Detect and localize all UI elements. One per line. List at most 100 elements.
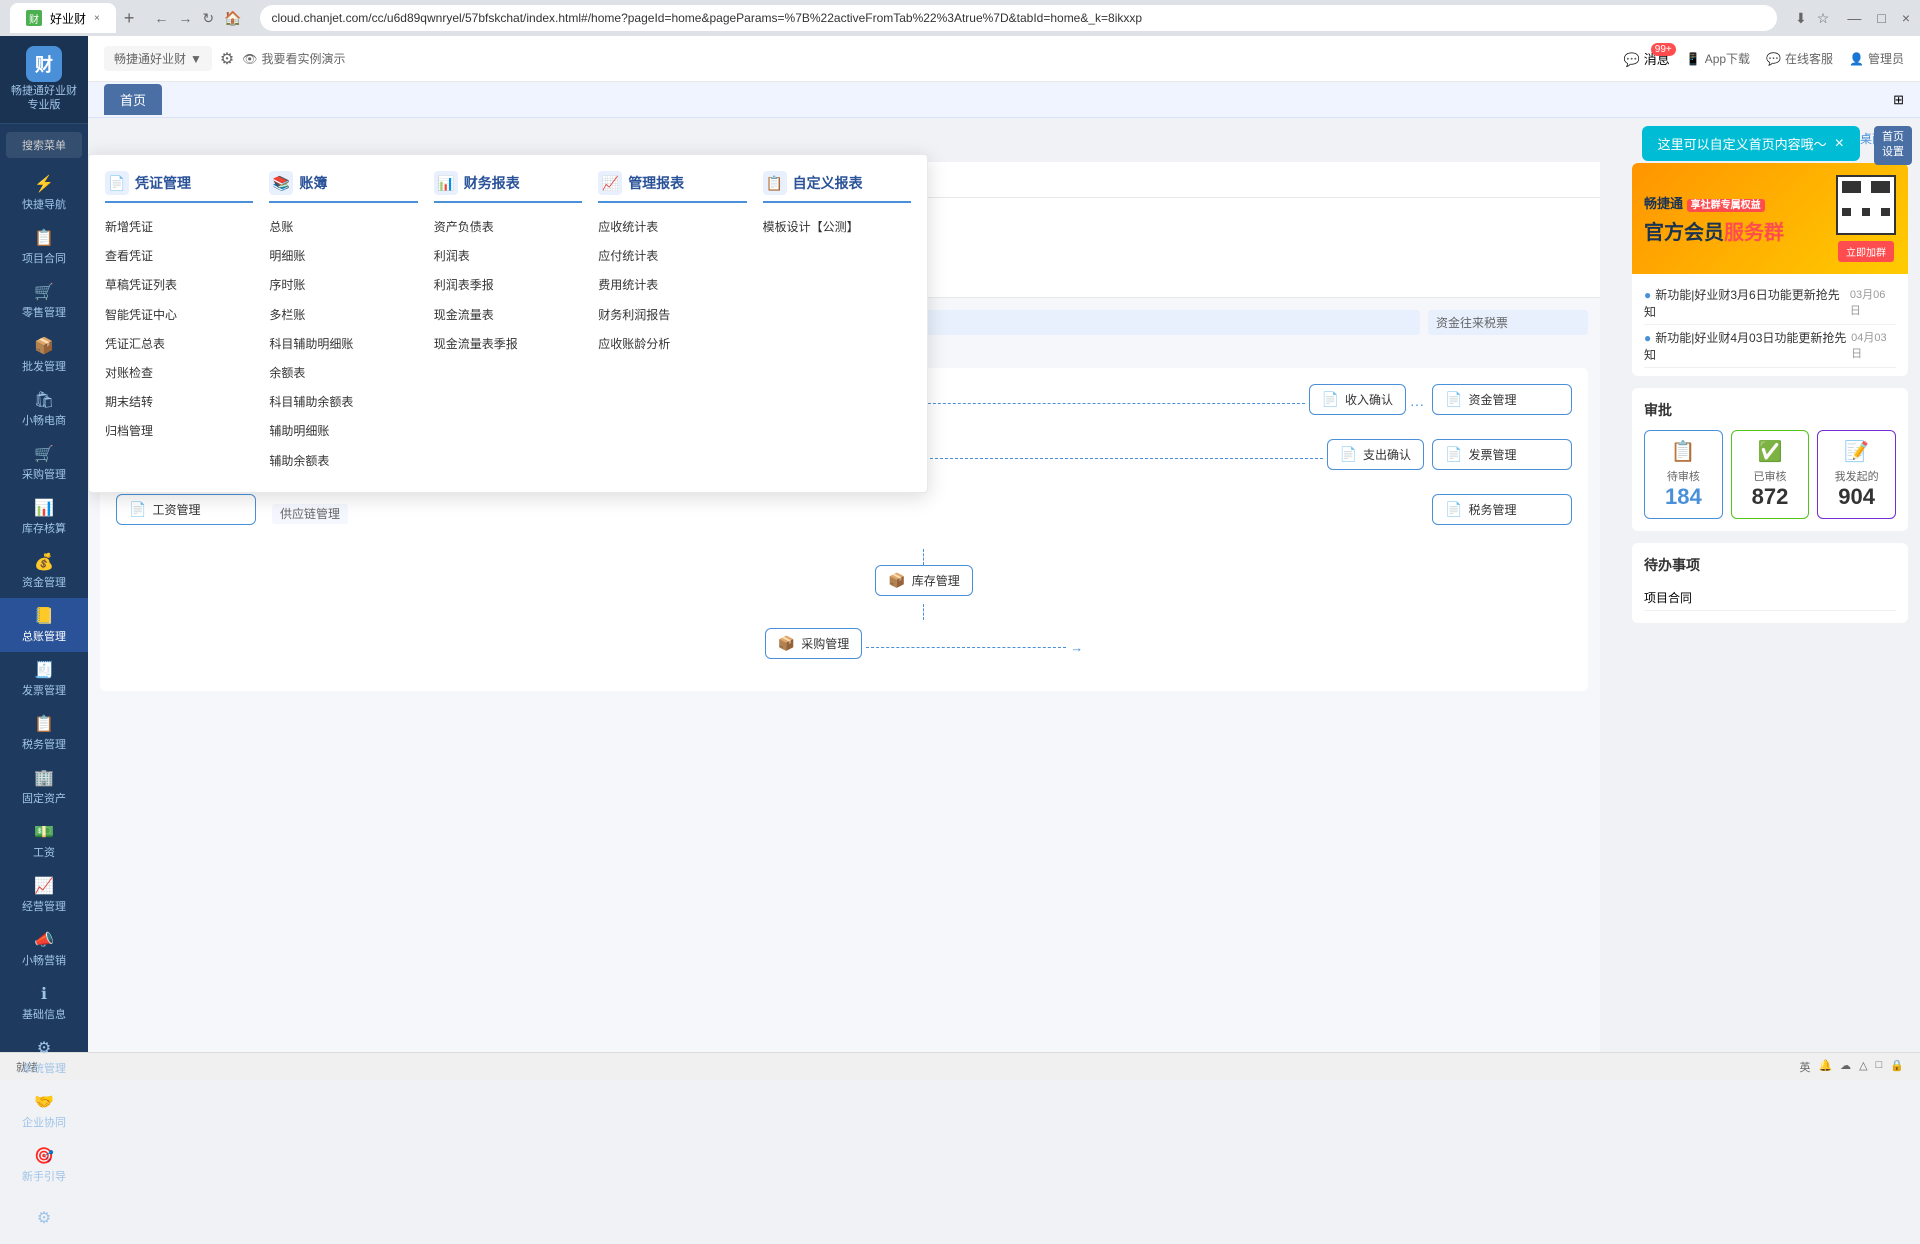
sidebar-item-wholesale[interactable]: 📦 批发管理 <box>0 328 88 382</box>
inventory-mgmt-box[interactable]: 📦 库存管理 <box>875 565 972 596</box>
back-button[interactable]: ← <box>154 10 168 26</box>
expand-icon[interactable]: ⊞ <box>1893 92 1904 108</box>
forward-button[interactable]: → <box>178 10 192 26</box>
menu-item-balance-sheet[interactable]: 资产负债表 <box>434 213 582 242</box>
menu-item-income-statement[interactable]: 利润表 <box>434 242 582 271</box>
menu-item-view-voucher[interactable]: 查看凭证 <box>105 242 253 271</box>
todo-item-1[interactable]: 项目合同 <box>1644 585 1896 611</box>
close-button[interactable]: × <box>1902 10 1910 26</box>
cloud-icon[interactable]: ☁ <box>1840 1059 1851 1075</box>
approval-item-pending[interactable]: 📋 待审核 184 <box>1644 430 1723 519</box>
menu-item-voucher-summary[interactable]: 凭证汇总表 <box>105 330 253 359</box>
pending-label: 待审核 <box>1653 468 1714 484</box>
capital-mgmt-box[interactable]: 📄 资金管理 <box>1432 384 1572 415</box>
menu-item-draft-voucher[interactable]: 草稿凭证列表 <box>105 271 253 300</box>
menu-item-payable-stats[interactable]: 应付统计表 <box>598 242 746 271</box>
minimize-button[interactable]: — <box>1847 10 1861 26</box>
menu-item-quarterly-cash-flow[interactable]: 现金流量表季报 <box>434 330 582 359</box>
square-icon[interactable]: □ <box>1876 1059 1883 1075</box>
language-icon[interactable]: 英 <box>1799 1059 1810 1075</box>
invoice-mgmt-box[interactable]: 📄 发票管理 <box>1432 439 1572 470</box>
menu-item-subject-detail[interactable]: 科目辅助明细账 <box>269 330 417 359</box>
sidebar-item-general-ledger[interactable]: 📒 总账管理 <box>0 598 88 652</box>
message-button[interactable]: 💬 消息 99+ <box>1624 49 1670 68</box>
payroll-mgmt-box[interactable]: 📄 工资管理 <box>116 494 256 525</box>
menu-item-aux-balance[interactable]: 辅助余额表 <box>269 447 417 476</box>
tooltip-close-button[interactable]: × <box>1835 135 1844 153</box>
menu-item-smart-voucher[interactable]: 智能凭证中心 <box>105 301 253 330</box>
sidebar-label-inventory: 库存核算 <box>22 520 66 536</box>
menu-item-detail-ledger[interactable]: 明细账 <box>269 242 417 271</box>
sidebar-item-cooperation[interactable]: 🤝 企业协同 <box>0 1084 88 1138</box>
sidebar-search[interactable]: 搜索菜单 <box>0 124 88 166</box>
bookmark-icon[interactable]: ☆ <box>1817 10 1830 27</box>
menu-item-balance-table[interactable]: 余额表 <box>269 359 417 388</box>
tab-close-button[interactable]: × <box>94 13 100 24</box>
active-tab[interactable]: 财 好业财 × <box>10 3 116 33</box>
online-service-button[interactable]: 💬 在线客服 <box>1766 50 1833 67</box>
company-select[interactable]: 畅捷通好业财 ▼ <box>104 46 212 71</box>
menu-item-archive[interactable]: 归档管理 <box>105 417 253 446</box>
app-download-button[interactable]: 📱 App下载 <box>1686 50 1750 67</box>
menu-item-period-transfer[interactable]: 期末结转 <box>105 388 253 417</box>
bell-icon[interactable]: 🔔 <box>1818 1059 1832 1075</box>
income-confirm-box[interactable]: 📄 收入确认 <box>1309 384 1406 415</box>
address-bar[interactable]: cloud.chanjet.com/cc/u6d89qwnryel/57bfsk… <box>260 5 1778 31</box>
sidebar-item-new-guide[interactable]: 🎯 新手引导 <box>0 1138 88 1192</box>
approval-item-approved[interactable]: ✅ 已审核 872 <box>1731 430 1810 519</box>
sidebar-item-tax[interactable]: 📋 税务管理 <box>0 706 88 760</box>
purchase-mgmt-box[interactable]: 📦 采购管理 <box>765 628 862 659</box>
homepage-settings-button[interactable]: 首页设置 <box>1874 126 1912 165</box>
approval-item-initiated[interactable]: 📝 我发起的 904 <box>1817 430 1896 519</box>
sidebar-item-retail[interactable]: 🛒 零售管理 <box>0 274 88 328</box>
menu-item-profit-report[interactable]: 财务利润报告 <box>598 301 746 330</box>
topbar-settings-icon[interactable]: ⚙ <box>220 49 234 69</box>
sidebar-item-system[interactable]: ⚙ 系统管理 <box>0 1030 88 1084</box>
sidebar-item-fixed-assets[interactable]: 🏢 固定资产 <box>0 760 88 814</box>
download-icon[interactable]: ⬇ <box>1795 10 1807 27</box>
tax-mgmt-box[interactable]: 📄 税务管理 <box>1432 494 1572 525</box>
refresh-button[interactable]: ↻ <box>202 10 214 27</box>
sidebar-item-shortcut[interactable]: ⚡ 快捷导航 <box>0 166 88 220</box>
pending-count: 184 <box>1653 484 1714 510</box>
sidebar-item-project-contract[interactable]: 📋 项目合同 <box>0 220 88 274</box>
sidebar-label-wholesale: 批发管理 <box>22 358 66 374</box>
menu-item-receivable-stats[interactable]: 应收统计表 <box>598 213 746 242</box>
warning-icon[interactable]: △ <box>1859 1059 1867 1075</box>
menu-item-add-voucher[interactable]: 新增凭证 <box>105 213 253 242</box>
sidebar-settings-item[interactable]: ⚙ <box>33 1200 55 1236</box>
menu-item-quarterly-income[interactable]: 利润表季报 <box>434 271 582 300</box>
search-menu-button[interactable]: 搜索菜单 <box>6 132 82 158</box>
menu-item-aux-detail[interactable]: 辅助明细账 <box>269 417 417 446</box>
news-item-1[interactable]: ●新功能|好业财3月6日功能更新抢先知 03月06日 <box>1644 282 1896 325</box>
menu-item-sequential-ledger[interactable]: 序时账 <box>269 271 417 300</box>
sidebar-item-purchase[interactable]: 🛒 采购管理 <box>0 436 88 490</box>
tab-home[interactable]: 首页 <box>104 84 162 115</box>
sidebar-item-operations[interactable]: 📈 经营管理 <box>0 868 88 922</box>
demo-button[interactable]: 👁 我要看实例演示 <box>242 50 345 67</box>
sidebar-item-finance[interactable]: 💰 资金管理 <box>0 544 88 598</box>
new-tab-button[interactable]: + <box>120 8 139 29</box>
sidebar-item-invoice[interactable]: 🧾 发票管理 <box>0 652 88 706</box>
sidebar-item-ecommerce[interactable]: 🛍 小畅电商 <box>0 382 88 436</box>
join-group-button[interactable]: 立即加群 <box>1838 241 1894 262</box>
home-button[interactable]: 🏠 <box>224 10 241 27</box>
menu-item-reconcile[interactable]: 对账检查 <box>105 359 253 388</box>
menu-item-template-design[interactable]: 模板设计【公测】 <box>763 213 911 242</box>
menu-item-multi-column-ledger[interactable]: 多栏账 <box>269 301 417 330</box>
sidebar-item-inventory[interactable]: 📊 库存核算 <box>0 490 88 544</box>
maximize-button[interactable]: □ <box>1877 10 1885 26</box>
lock-icon[interactable]: 🔒 <box>1890 1059 1904 1075</box>
menu-item-receivable-age[interactable]: 应收账龄分析 <box>598 330 746 359</box>
sidebar-item-payroll[interactable]: 💵 工资 <box>0 814 88 868</box>
right-panel: 帮助中心 客户热线 服务社区 桌面快捷 畅捷通 享社群专属权益 官方会员服务群 <box>1620 118 1920 1052</box>
menu-item-subject-balance[interactable]: 科目辅助余额表 <box>269 388 417 417</box>
expense-confirm-box[interactable]: 📄 支出确认 <box>1327 439 1424 470</box>
sidebar-item-basic-info[interactable]: ℹ 基础信息 <box>0 976 88 1030</box>
news-item-2[interactable]: ●新功能|好业财4月03日功能更新抢先知 04月03日 <box>1644 325 1896 368</box>
user-avatar[interactable]: 👤 管理员 <box>1849 50 1904 67</box>
sidebar-item-marketing[interactable]: 📣 小畅营销 <box>0 922 88 976</box>
menu-item-cash-flow[interactable]: 现金流量表 <box>434 301 582 330</box>
menu-item-general-ledger[interactable]: 总账 <box>269 213 417 242</box>
menu-item-expense-stats[interactable]: 费用统计表 <box>598 271 746 300</box>
